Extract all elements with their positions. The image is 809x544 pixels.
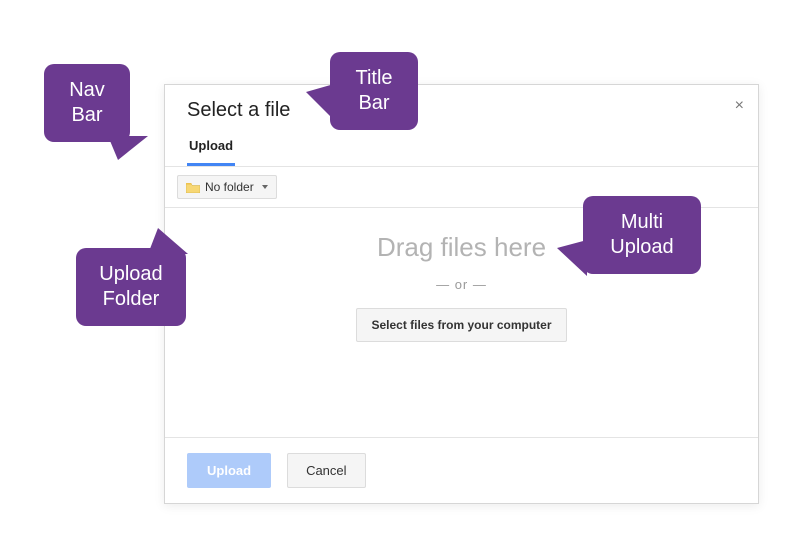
folder-label: No folder <box>205 180 254 194</box>
upload-button[interactable]: Upload <box>187 453 271 488</box>
callout-nav-bar: Nav Bar <box>44 64 130 142</box>
callout-label: Title Bar <box>355 67 392 114</box>
callout-label: Nav Bar <box>69 79 105 126</box>
cancel-button[interactable]: Cancel <box>287 453 365 488</box>
or-divider: — or — <box>165 277 758 292</box>
tab-bar: Upload <box>165 130 758 167</box>
callout-tail-icon <box>108 136 148 160</box>
select-files-button[interactable]: Select files from your computer <box>356 308 566 342</box>
callout-multi-upload: Multi Upload <box>583 196 701 274</box>
callout-tail-icon <box>148 228 188 254</box>
callout-label: Multi Upload <box>610 211 673 258</box>
callout-tail-icon <box>557 240 587 276</box>
dialog-title: Select a file <box>165 85 758 130</box>
callout-tail-icon <box>306 84 334 120</box>
tab-upload[interactable]: Upload <box>187 130 235 166</box>
callout-title-bar: Title Bar <box>330 52 418 130</box>
close-icon[interactable]: × <box>735 98 744 114</box>
dialog-footer: Upload Cancel <box>165 437 758 503</box>
folder-icon <box>186 182 200 193</box>
chevron-down-icon <box>262 185 268 189</box>
callout-label: Upload Folder <box>99 263 162 310</box>
file-picker-dialog: × Select a file Upload No folder Drag fi… <box>164 84 759 504</box>
folder-select-button[interactable]: No folder <box>177 175 277 199</box>
callout-upload-folder: Upload Folder <box>76 248 186 326</box>
